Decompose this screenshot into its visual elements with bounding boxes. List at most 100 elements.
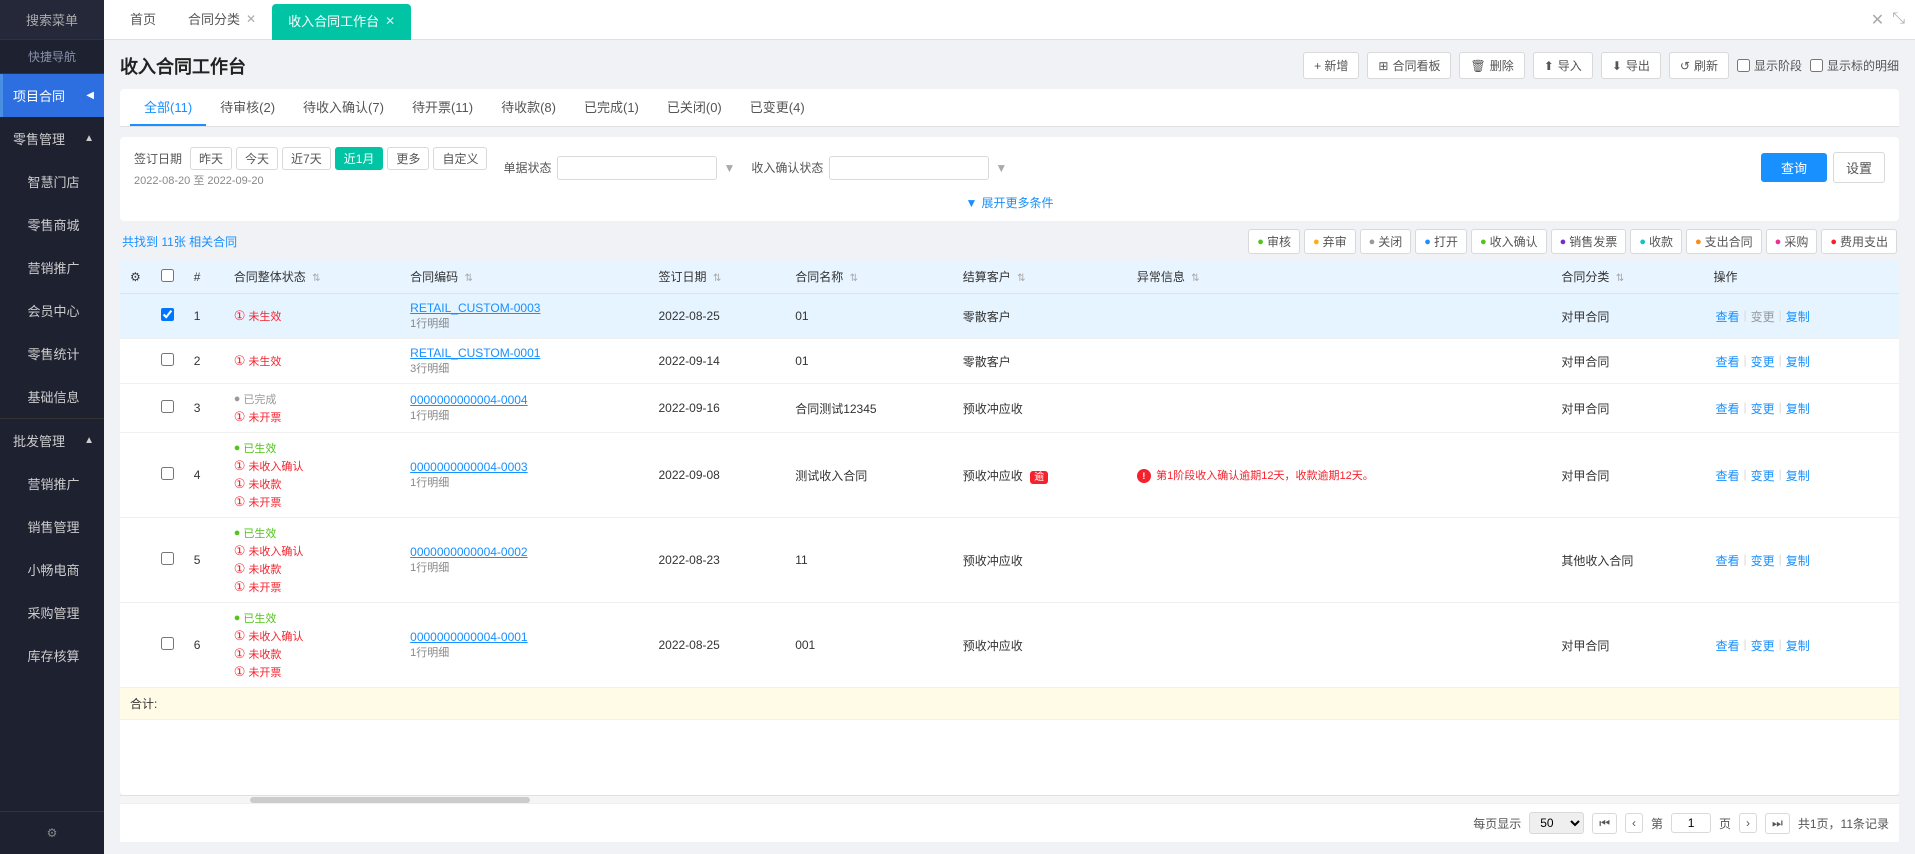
sort-icon[interactable]: ⇅ (465, 273, 473, 284)
change-btn[interactable]: 变更 (1749, 552, 1777, 569)
date-yesterday[interactable]: 昨天 (190, 147, 232, 170)
purchase-action-btn[interactable]: ● 采购 (1766, 229, 1818, 254)
import-button[interactable]: ⬆ 导入 (1533, 52, 1593, 79)
show-details-checkbox[interactable]: 显示标的明细 (1810, 57, 1899, 74)
show-fields-checkbox[interactable]: 显示阶段 (1737, 57, 1802, 74)
copy-btn[interactable]: 复制 (1784, 467, 1812, 484)
row-checkbox[interactable] (151, 433, 184, 518)
refresh-button[interactable]: ↺ 刷新 (1669, 52, 1729, 79)
sub-tab-changed[interactable]: 已变更(4) (736, 89, 819, 126)
row-checkbox[interactable] (151, 294, 184, 339)
sidebar-settings[interactable]: ⚙ (0, 811, 104, 854)
sort-icon[interactable]: ⇅ (1017, 273, 1025, 284)
page-size-select[interactable]: 50 10 20 100 (1529, 812, 1584, 834)
tab-contract-category[interactable]: 合同分类 ✕ (172, 0, 272, 40)
copy-btn[interactable]: 复制 (1784, 400, 1812, 417)
sidebar-item-inventory[interactable]: 库存核算 (0, 634, 104, 677)
sub-tab-pending-payment[interactable]: 待收款(8) (487, 89, 570, 126)
contract-code-link[interactable]: 0000000000004-0004 (410, 393, 527, 407)
copy-btn[interactable]: 复制 (1784, 308, 1812, 325)
prev-page-btn[interactable]: ‹ (1625, 813, 1643, 833)
sidebar-item-batch-mgmt[interactable]: 批发管理 ▲ (0, 419, 104, 462)
sidebar-item-retail-stats[interactable]: 零售统计 (0, 332, 104, 375)
sub-tab-pending-invoice[interactable]: 待开票(11) (398, 89, 487, 126)
abandon-action-btn[interactable]: ● 弃审 (1304, 229, 1356, 254)
change-btn[interactable]: 变更 (1749, 353, 1777, 370)
sidebar-item-project[interactable]: 项目合同 ◀ (0, 74, 104, 117)
sort-icon[interactable]: ⇅ (1191, 273, 1199, 284)
contract-code-link[interactable]: 0000000000004-0002 (410, 545, 527, 559)
collection-action-btn[interactable]: ● 收款 (1630, 229, 1682, 254)
first-page-btn[interactable]: ⏮ (1592, 813, 1617, 834)
view-btn[interactable]: 查看 (1713, 308, 1741, 325)
copy-btn[interactable]: 复制 (1784, 353, 1812, 370)
next-page-btn[interactable]: › (1739, 813, 1757, 833)
col-gear[interactable]: ⚙ (120, 260, 151, 294)
expand-more-btn[interactable]: ▼ 展开更多条件 (966, 194, 1054, 211)
sub-tab-all[interactable]: 全部(11) (130, 89, 206, 126)
sidebar-item-retail-mall[interactable]: 零售商城 (0, 203, 104, 246)
sub-tab-pending-review[interactable]: 待审核(2) (206, 89, 289, 126)
sidebar-item-smart-store[interactable]: 智慧门店 (0, 160, 104, 203)
sidebar-search[interactable]: 搜索菜单 (0, 0, 104, 40)
row-checkbox[interactable] (151, 339, 184, 384)
view-btn[interactable]: 查看 (1713, 467, 1741, 484)
date-last7[interactable]: 近7天 (282, 147, 331, 170)
sales-invoice-action-btn[interactable]: ● 销售发票 (1551, 229, 1627, 254)
contract-code-link[interactable]: RETAIL_CUSTOM-0003 (410, 301, 540, 315)
col-checkbox[interactable] (151, 260, 184, 294)
sidebar-item-retail-mgmt[interactable]: 零售管理 ▲ (0, 117, 104, 160)
expense-contract-action-btn[interactable]: ● 支出合同 (1686, 229, 1762, 254)
add-button[interactable]: + 新增 (1303, 52, 1359, 79)
page-input[interactable] (1671, 813, 1711, 833)
copy-btn[interactable]: 复制 (1784, 637, 1812, 654)
open-action-btn[interactable]: ● 打开 (1415, 229, 1467, 254)
query-button[interactable]: 查询 (1761, 153, 1827, 182)
tab-income-workbench[interactable]: 收入合同工作台 ✕ (272, 4, 411, 40)
sidebar-item-marketing[interactable]: 营销推广 (0, 246, 104, 289)
gear-icon[interactable]: ⚙ (130, 270, 141, 284)
review-action-btn[interactable]: ● 审核 (1248, 229, 1300, 254)
sub-tab-pending-confirm[interactable]: 待收入确认(7) (289, 89, 398, 126)
date-today[interactable]: 今天 (236, 147, 278, 170)
sidebar-item-marketing2[interactable]: 营销推广 (0, 462, 104, 505)
date-custom[interactable]: 自定义 (433, 147, 487, 170)
tab-close-income-workbench[interactable]: ✕ (385, 14, 395, 28)
sub-tab-closed[interactable]: 已关闭(0) (653, 89, 736, 126)
delete-button[interactable]: 🗑 删除 (1459, 52, 1524, 79)
income-confirm-action-btn[interactable]: ● 收入确认 (1471, 229, 1547, 254)
change-btn[interactable]: 变更 (1749, 400, 1777, 417)
sort-icon[interactable]: ⇅ (1616, 273, 1624, 284)
tab-home[interactable]: 首页 (114, 0, 172, 40)
view-btn[interactable]: 查看 (1713, 353, 1741, 370)
change-btn[interactable]: 变更 (1749, 637, 1777, 654)
income-confirm-select[interactable] (829, 156, 989, 180)
contract-code-link[interactable]: RETAIL_CUSTOM-0001 (410, 346, 540, 360)
sidebar-item-basic-info[interactable]: 基础信息 (0, 375, 104, 418)
last-page-btn[interactable]: ⏭ (1765, 813, 1790, 834)
change-btn[interactable]: 变更 (1749, 467, 1777, 484)
close-action-btn[interactable]: ● 关闭 (1360, 229, 1412, 254)
view-btn[interactable]: 查看 (1713, 400, 1741, 417)
expense-out-action-btn[interactable]: ● 费用支出 (1821, 229, 1897, 254)
sidebar-item-xiaochangec[interactable]: 小畅电商 (0, 548, 104, 591)
row-checkbox[interactable] (151, 603, 184, 688)
sidebar-item-sales-mgmt[interactable]: 销售管理 (0, 505, 104, 548)
resize-win-icon[interactable]: ⤡ (1892, 10, 1905, 30)
doc-status-select[interactable] (557, 156, 717, 180)
sidebar-item-purchase[interactable]: 采购管理 (0, 591, 104, 634)
close-win-icon[interactable]: ✕ (1871, 10, 1884, 30)
export-button[interactable]: ⬇ 导出 (1601, 52, 1661, 79)
horizontal-scrollbar[interactable] (120, 795, 1899, 803)
view-btn[interactable]: 查看 (1713, 552, 1741, 569)
contract-board-button[interactable]: ⊞ 合同看板 (1367, 52, 1451, 79)
filter-settings-button[interactable]: 设置 (1833, 152, 1885, 183)
row-checkbox[interactable] (151, 518, 184, 603)
sort-icon[interactable]: ⇅ (312, 273, 320, 284)
contract-code-link[interactable]: 0000000000004-0001 (410, 630, 527, 644)
contract-code-link[interactable]: 0000000000004-0003 (410, 460, 527, 474)
sidebar-item-member[interactable]: 会员中心 (0, 289, 104, 332)
sub-tab-completed[interactable]: 已完成(1) (570, 89, 653, 126)
date-more[interactable]: 更多 (387, 147, 429, 170)
copy-btn[interactable]: 复制 (1784, 552, 1812, 569)
